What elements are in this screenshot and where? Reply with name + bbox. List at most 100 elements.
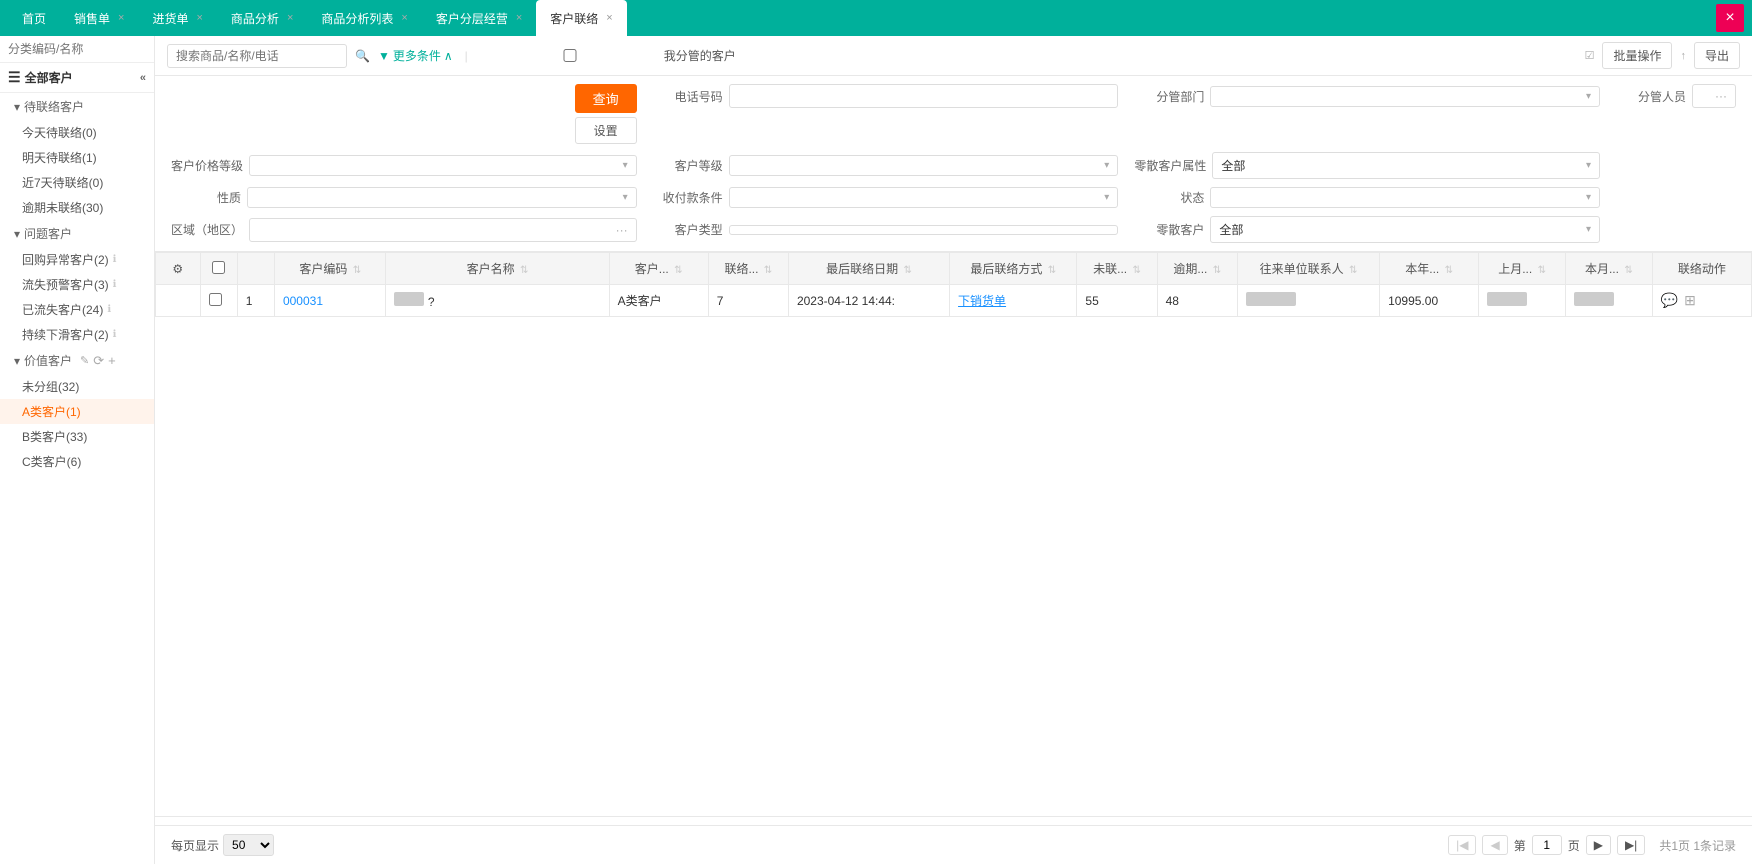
- col-last-method-sort[interactable]: ⇅: [1048, 265, 1056, 276]
- sidebar-item-declining[interactable]: 持续下滑客户(2) ℹ: [0, 322, 154, 347]
- sidebar-item-type-c[interactable]: C类客户(6): [0, 449, 154, 474]
- col-last-month-sort[interactable]: ⇅: [1538, 265, 1546, 276]
- sidebar-all-customers[interactable]: ☰ 全部客户 «: [0, 63, 154, 93]
- action-qr-icon[interactable]: ⊞: [1684, 292, 1696, 309]
- row-checkbox[interactable]: [209, 293, 222, 306]
- region-dots-icon[interactable]: ···: [616, 223, 628, 237]
- payment-select[interactable]: ▾: [729, 187, 1119, 208]
- more-conditions-btn[interactable]: ▼ 更多条件 ∧: [378, 47, 453, 64]
- export-button[interactable]: 导出: [1694, 42, 1740, 69]
- page-first-btn[interactable]: |◀: [1448, 835, 1476, 855]
- nav-analysis-close[interactable]: ×: [287, 12, 293, 24]
- col-this-month-sort[interactable]: ⇅: [1624, 265, 1632, 276]
- col-last-method[interactable]: 最后联络方式 ⇅: [950, 253, 1077, 285]
- page-prev-btn[interactable]: ◀: [1482, 835, 1507, 855]
- nav-home[interactable]: 首页: [8, 0, 60, 36]
- nav-analysis-list[interactable]: 商品分析列表 ×: [307, 0, 421, 36]
- row-code[interactable]: 000031: [274, 285, 386, 317]
- col-unit-contact[interactable]: 往来单位联系人 ⇅: [1237, 253, 1379, 285]
- col-this-year[interactable]: 本年... ⇅: [1380, 253, 1479, 285]
- nav-customer-contact-close[interactable]: ×: [606, 12, 612, 24]
- col-name[interactable]: 客户名称 ⇅: [386, 253, 609, 285]
- col-type[interactable]: 客户... ⇅: [609, 253, 708, 285]
- gear-icon[interactable]: ⚙: [172, 262, 183, 276]
- sidebar-group-problem[interactable]: ▾ 问题客户: [0, 220, 154, 247]
- sidebar-item-7days[interactable]: 近7天待联络(0): [0, 170, 154, 195]
- col-name-sort[interactable]: ⇅: [520, 265, 528, 276]
- sidebar-item-type-b[interactable]: B类客户(33): [0, 424, 154, 449]
- person-select[interactable]: ···: [1692, 84, 1736, 108]
- value-add-icon[interactable]: ⟳: [93, 353, 104, 369]
- col-unit-contact-sort[interactable]: ⇅: [1349, 265, 1357, 276]
- value-edit-icon[interactable]: ✎: [80, 354, 89, 367]
- person-dots-icon[interactable]: ···: [1715, 89, 1727, 103]
- col-this-month[interactable]: 本月... ⇅: [1565, 253, 1652, 285]
- sidebar-item-churned[interactable]: 已流失客户(24) ℹ: [0, 297, 154, 322]
- col-type-sort[interactable]: ⇅: [674, 265, 682, 276]
- search-input[interactable]: [167, 44, 347, 68]
- query-button[interactable]: 查询: [575, 84, 637, 113]
- h-scrollbar[interactable]: [155, 816, 1752, 825]
- customer-level-select[interactable]: ▾: [729, 155, 1119, 176]
- row-last-method[interactable]: 下销货单: [950, 285, 1077, 317]
- scatter-customer-select[interactable]: 全部 ▾: [1210, 216, 1600, 243]
- row-checkbox-cell[interactable]: [200, 285, 237, 317]
- col-contact-sort[interactable]: ⇅: [764, 265, 772, 276]
- my-customers-checkbox-label[interactable]: 我分管的客户: [480, 47, 736, 64]
- nature-select[interactable]: ▾: [247, 187, 637, 208]
- page-input[interactable]: [1532, 835, 1562, 855]
- region-select[interactable]: ···: [249, 218, 637, 242]
- sidebar-item-type-a[interactable]: A类客户(1): [0, 399, 154, 424]
- col-no-contact-sort[interactable]: ⇅: [1132, 265, 1140, 276]
- col-no-contact[interactable]: 未联... ⇅: [1077, 253, 1157, 285]
- col-code-sort[interactable]: ⇅: [353, 265, 361, 276]
- col-last-date[interactable]: 最后联络日期 ⇅: [788, 253, 949, 285]
- row-last-method-link[interactable]: 下销货单: [958, 294, 1006, 308]
- filter-search-icon[interactable]: 🔍: [355, 49, 370, 63]
- per-page-select[interactable]: 50 100: [223, 834, 274, 856]
- col-gear[interactable]: ⚙: [156, 253, 201, 285]
- sidebar-item-ungrouped[interactable]: 未分组(32): [0, 374, 154, 399]
- sidebar-item-tomorrow[interactable]: 明天待联络(1): [0, 145, 154, 170]
- sidebar-collapse-icon[interactable]: «: [140, 72, 146, 84]
- col-code[interactable]: 客户编码 ⇅: [274, 253, 386, 285]
- nav-purchase[interactable]: 进货单 ×: [138, 0, 216, 36]
- page-next-btn[interactable]: ▶: [1586, 835, 1611, 855]
- nav-analysis-list-close[interactable]: ×: [401, 12, 407, 24]
- action-message-icon[interactable]: 💬: [1661, 292, 1678, 309]
- scatter-attr-select[interactable]: 全部 ▾: [1212, 152, 1600, 179]
- col-last-month[interactable]: 上月... ⇅: [1479, 253, 1566, 285]
- sidebar-item-overdue[interactable]: 逾期未联络(30): [0, 195, 154, 220]
- table-wrapper[interactable]: ⚙ 客户编码 ⇅ 客户名称 ⇅: [155, 252, 1752, 816]
- phone-input[interactable]: [729, 84, 1119, 108]
- customer-type-select[interactable]: [729, 225, 1119, 235]
- nav-close-all[interactable]: ×: [1716, 4, 1744, 32]
- nav-purchase-close[interactable]: ×: [196, 12, 202, 24]
- sidebar-group-pending[interactable]: ▾ 待联络客户: [0, 93, 154, 120]
- batch-op-button[interactable]: 批量操作: [1602, 42, 1672, 69]
- nav-customer-segment[interactable]: 客户分层经营 ×: [422, 0, 536, 36]
- select-all-checkbox[interactable]: [212, 261, 225, 274]
- sidebar-item-churn-warning[interactable]: 流失预警客户(3) ℹ: [0, 272, 154, 297]
- price-level-select[interactable]: ▾: [249, 155, 637, 176]
- row-name[interactable]: ?: [386, 285, 609, 317]
- nav-customer-segment-close[interactable]: ×: [516, 12, 522, 24]
- sidebar-group-value[interactable]: ▾ 价值客户 ✎ ⟳ +: [0, 347, 154, 374]
- page-last-btn[interactable]: ▶|: [1617, 835, 1645, 855]
- col-contact[interactable]: 联络... ⇅: [708, 253, 788, 285]
- nav-analysis[interactable]: 商品分析 ×: [217, 0, 307, 36]
- my-customers-checkbox[interactable]: [480, 49, 660, 62]
- nav-sales-close[interactable]: ×: [118, 12, 124, 24]
- nav-customer-contact[interactable]: 客户联络 ×: [536, 0, 626, 36]
- row-action[interactable]: 💬 ⊞: [1652, 285, 1751, 317]
- sidebar-search-input[interactable]: [8, 42, 155, 56]
- settings-button[interactable]: 设置: [575, 117, 637, 144]
- col-last-date-sort[interactable]: ⇅: [903, 265, 911, 276]
- status-select[interactable]: ▾: [1210, 187, 1600, 208]
- col-overdue[interactable]: 逾期... ⇅: [1157, 253, 1237, 285]
- nav-sales[interactable]: 销售单 ×: [60, 0, 138, 36]
- col-this-year-sort[interactable]: ⇅: [1445, 265, 1453, 276]
- col-checkbox[interactable]: [200, 253, 237, 285]
- col-overdue-sort[interactable]: ⇅: [1213, 265, 1221, 276]
- sidebar-item-today[interactable]: 今天待联络(0): [0, 120, 154, 145]
